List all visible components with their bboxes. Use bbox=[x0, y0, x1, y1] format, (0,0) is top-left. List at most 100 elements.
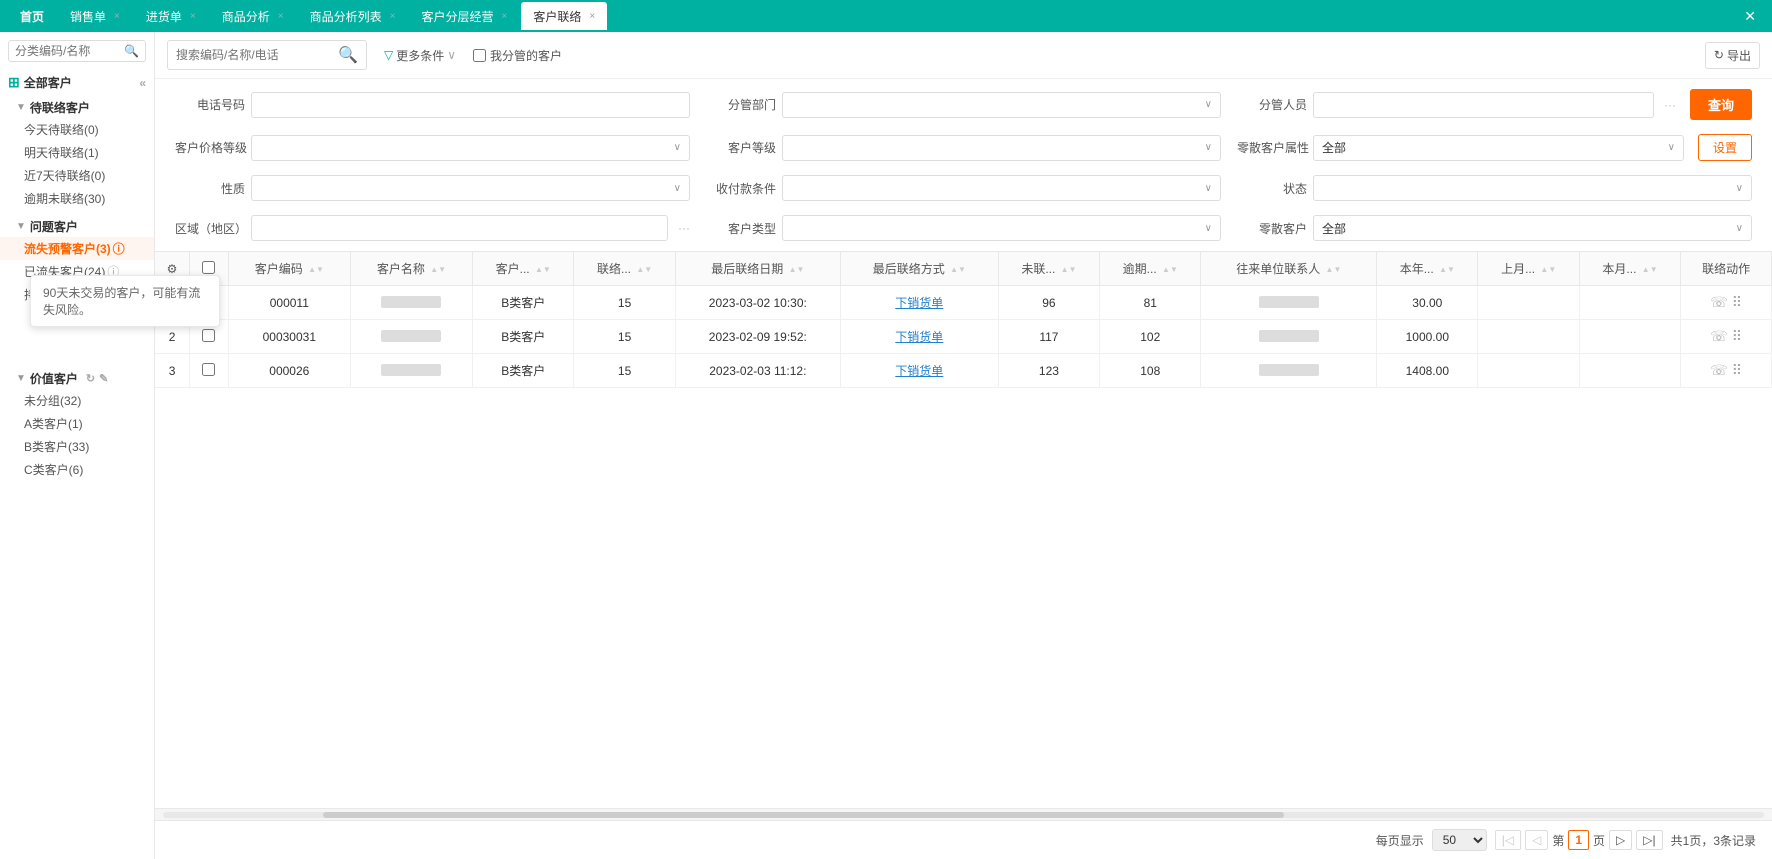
tab-customer-layer-close[interactable]: × bbox=[501, 11, 507, 22]
last-method-link[interactable]: 下销货单 bbox=[895, 330, 943, 344]
row-checkbox[interactable] bbox=[202, 363, 215, 376]
cell-checkbox[interactable] bbox=[190, 354, 229, 388]
cell-last-month bbox=[1478, 286, 1579, 320]
filter-customer-level-select[interactable]: ∨ bbox=[782, 135, 1221, 161]
filter-price-level-select[interactable]: ∨ bbox=[251, 135, 690, 161]
sidebar-item-tomorrow[interactable]: 明天待联络(1) bbox=[0, 141, 154, 164]
settings-button[interactable]: 设置 bbox=[1698, 134, 1752, 161]
window-close-button[interactable]: ✕ bbox=[1736, 4, 1764, 29]
tab-product-analysis[interactable]: 商品分析 × bbox=[210, 2, 296, 30]
last-method-link[interactable]: 下销货单 bbox=[895, 364, 943, 378]
today-contact-label: 今天待联络(0) bbox=[24, 121, 99, 138]
sidebar: 🔍 ⊞ 全部客户 « ▼ 待联络客户 今天待联络(0) 明天待联络(1) 近7天… bbox=[0, 32, 155, 859]
last-page-button[interactable]: ▷| bbox=[1636, 830, 1662, 850]
filter-person: 分管人员 ··· 查询 bbox=[1229, 85, 1760, 124]
contact-icon[interactable]: ☏ bbox=[1710, 294, 1728, 311]
tab-product-list[interactable]: 商品分析列表 × bbox=[298, 2, 408, 30]
contact-icon[interactable]: ☏ bbox=[1710, 328, 1728, 345]
th-name[interactable]: 客户名称 ▲▼ bbox=[350, 252, 472, 286]
sidebar-item-a-class[interactable]: A类客户(1) bbox=[0, 412, 154, 435]
sort-uncontacted-icon: ▲▼ bbox=[1061, 265, 1077, 274]
sidebar-item-overdue[interactable]: 逾期未联络(30) bbox=[0, 187, 154, 210]
sort-overdue-icon: ▲▼ bbox=[1162, 265, 1178, 274]
th-this-year[interactable]: 本年... ▲▼ bbox=[1377, 252, 1478, 286]
sidebar-item-week[interactable]: 近7天待联络(0) bbox=[0, 164, 154, 187]
more-action-icon[interactable]: ⠿ bbox=[1732, 362, 1742, 379]
prev-page-button[interactable]: ◁ bbox=[1525, 830, 1548, 850]
row-checkbox[interactable] bbox=[202, 329, 215, 342]
filter-payment-select[interactable]: ∨ bbox=[782, 175, 1221, 201]
first-page-button[interactable]: |◁ bbox=[1495, 830, 1521, 850]
select-all-checkbox[interactable] bbox=[202, 261, 215, 274]
th-code[interactable]: 客户编码 ▲▼ bbox=[228, 252, 350, 286]
tab-product-list-close[interactable]: × bbox=[390, 11, 396, 22]
tab-customer-contact[interactable]: 客户联络 × bbox=[521, 2, 607, 30]
export-button[interactable]: ↻ 导出 bbox=[1705, 42, 1760, 69]
search-input[interactable] bbox=[176, 48, 334, 62]
tab-customer-contact-close[interactable]: × bbox=[589, 11, 595, 22]
more-filter-button[interactable]: ▽ 更多条件 ∨ bbox=[375, 42, 465, 69]
search-button[interactable]: 🔍 bbox=[338, 45, 358, 65]
th-contact-person[interactable]: 往来单位联系人 ▲▼ bbox=[1201, 252, 1377, 286]
th-uncontacted[interactable]: 未联... ▲▼ bbox=[998, 252, 1099, 286]
th-overdue[interactable]: 逾期... ▲▼ bbox=[1100, 252, 1201, 286]
arrow-icon-2: ▼ bbox=[16, 221, 26, 232]
next-page-button[interactable]: ▷ bbox=[1609, 830, 1632, 850]
more-action-icon[interactable]: ⠿ bbox=[1732, 294, 1742, 311]
filter-row-1: 电话号码 分管部门 ∨ 分管人员 ··· bbox=[167, 85, 1760, 124]
my-customer-checkbox[interactable] bbox=[473, 49, 486, 62]
filter-status-select[interactable]: ∨ bbox=[1313, 175, 1752, 201]
tab-home[interactable]: 首页 bbox=[8, 2, 56, 30]
filter-customer-type-select[interactable]: ∨ bbox=[782, 215, 1221, 241]
filter-nature-select[interactable]: ∨ bbox=[251, 175, 690, 201]
th-last-method[interactable]: 最后联络方式 ▲▼ bbox=[840, 252, 998, 286]
tab-product-analysis-close[interactable]: × bbox=[278, 11, 284, 22]
filter-phone-input[interactable] bbox=[251, 92, 690, 118]
th-this-month[interactable]: 本月... ▲▼ bbox=[1579, 252, 1680, 286]
sidebar-all-customers[interactable]: ⊞ 全部客户 « bbox=[0, 70, 154, 95]
sidebar-item-churn-warning[interactable]: 流失预警客户(3) ⓘ bbox=[0, 237, 154, 260]
tab-sales[interactable]: 销售单 × bbox=[58, 2, 132, 30]
th-last-month[interactable]: 上月... ▲▼ bbox=[1478, 252, 1579, 286]
pagination-controls: |◁ ◁ 第 1 页 ▷ ▷| bbox=[1495, 830, 1663, 850]
th-last-date[interactable]: 最后联络日期 ▲▼ bbox=[675, 252, 840, 286]
filter-dept-select[interactable]: ∨ bbox=[782, 92, 1221, 118]
sidebar-section-value-title[interactable]: ▼ 价值客户 ↻ ✎ bbox=[0, 366, 154, 389]
scrollbar-thumb[interactable] bbox=[323, 812, 1284, 818]
refresh-icon[interactable]: ↻ bbox=[86, 372, 95, 385]
more-dots-1[interactable]: ··· bbox=[1664, 98, 1676, 112]
filter-sparse-attr-select[interactable]: 全部 ∨ bbox=[1313, 135, 1684, 161]
sidebar-collapse-icon[interactable]: « bbox=[139, 76, 146, 90]
cell-last-method[interactable]: 下销货单 bbox=[840, 354, 998, 388]
tab-sales-close[interactable]: × bbox=[114, 11, 120, 22]
th-last-date-label: 最后联络日期 bbox=[711, 262, 783, 276]
edit-icon[interactable]: ✎ bbox=[99, 372, 108, 385]
tab-purchase[interactable]: 进货单 × bbox=[134, 2, 208, 30]
per-page-select[interactable]: 50 100 200 bbox=[1432, 829, 1487, 851]
status-arrow-icon: ∨ bbox=[1736, 183, 1743, 194]
cell-last-method[interactable]: 下销货单 bbox=[840, 320, 998, 354]
sidebar-section-problem-title[interactable]: ▼ 问题客户 bbox=[0, 214, 154, 237]
sidebar-item-today[interactable]: 今天待联络(0) bbox=[0, 118, 154, 141]
sidebar-item-ungroup[interactable]: 未分组(32) bbox=[0, 389, 154, 412]
sidebar-item-c-class[interactable]: C类客户(6) bbox=[0, 458, 154, 481]
more-dots-2[interactable]: ··· bbox=[678, 221, 690, 235]
contact-icon[interactable]: ☏ bbox=[1710, 362, 1728, 379]
th-contact[interactable]: 联络... ▲▼ bbox=[574, 252, 675, 286]
more-action-icon[interactable]: ⠿ bbox=[1732, 328, 1742, 345]
sidebar-search-input[interactable] bbox=[15, 44, 124, 58]
cell-overdue: 108 bbox=[1100, 354, 1201, 388]
tab-purchase-close[interactable]: × bbox=[190, 11, 196, 22]
filter-person-select[interactable] bbox=[1313, 92, 1654, 118]
horizontal-scrollbar[interactable] bbox=[155, 808, 1772, 820]
tab-customer-layer[interactable]: 客户分层经营 × bbox=[409, 2, 519, 30]
last-method-link[interactable]: 下销货单 bbox=[895, 296, 943, 310]
filter-region-select[interactable] bbox=[251, 215, 668, 241]
sidebar-item-b-class[interactable]: B类客户(33) bbox=[0, 435, 154, 458]
cell-last-method[interactable]: 下销货单 bbox=[840, 286, 998, 320]
th-type[interactable]: 客户... ▲▼ bbox=[473, 252, 574, 286]
sidebar-section-pending-title[interactable]: ▼ 待联络客户 bbox=[0, 95, 154, 118]
filter-sparse-customer-select[interactable]: 全部 ∨ bbox=[1313, 215, 1752, 241]
query-button[interactable]: 查询 bbox=[1690, 89, 1752, 120]
my-customer-checkbox-wrap[interactable]: 我分管的客户 bbox=[473, 47, 562, 64]
